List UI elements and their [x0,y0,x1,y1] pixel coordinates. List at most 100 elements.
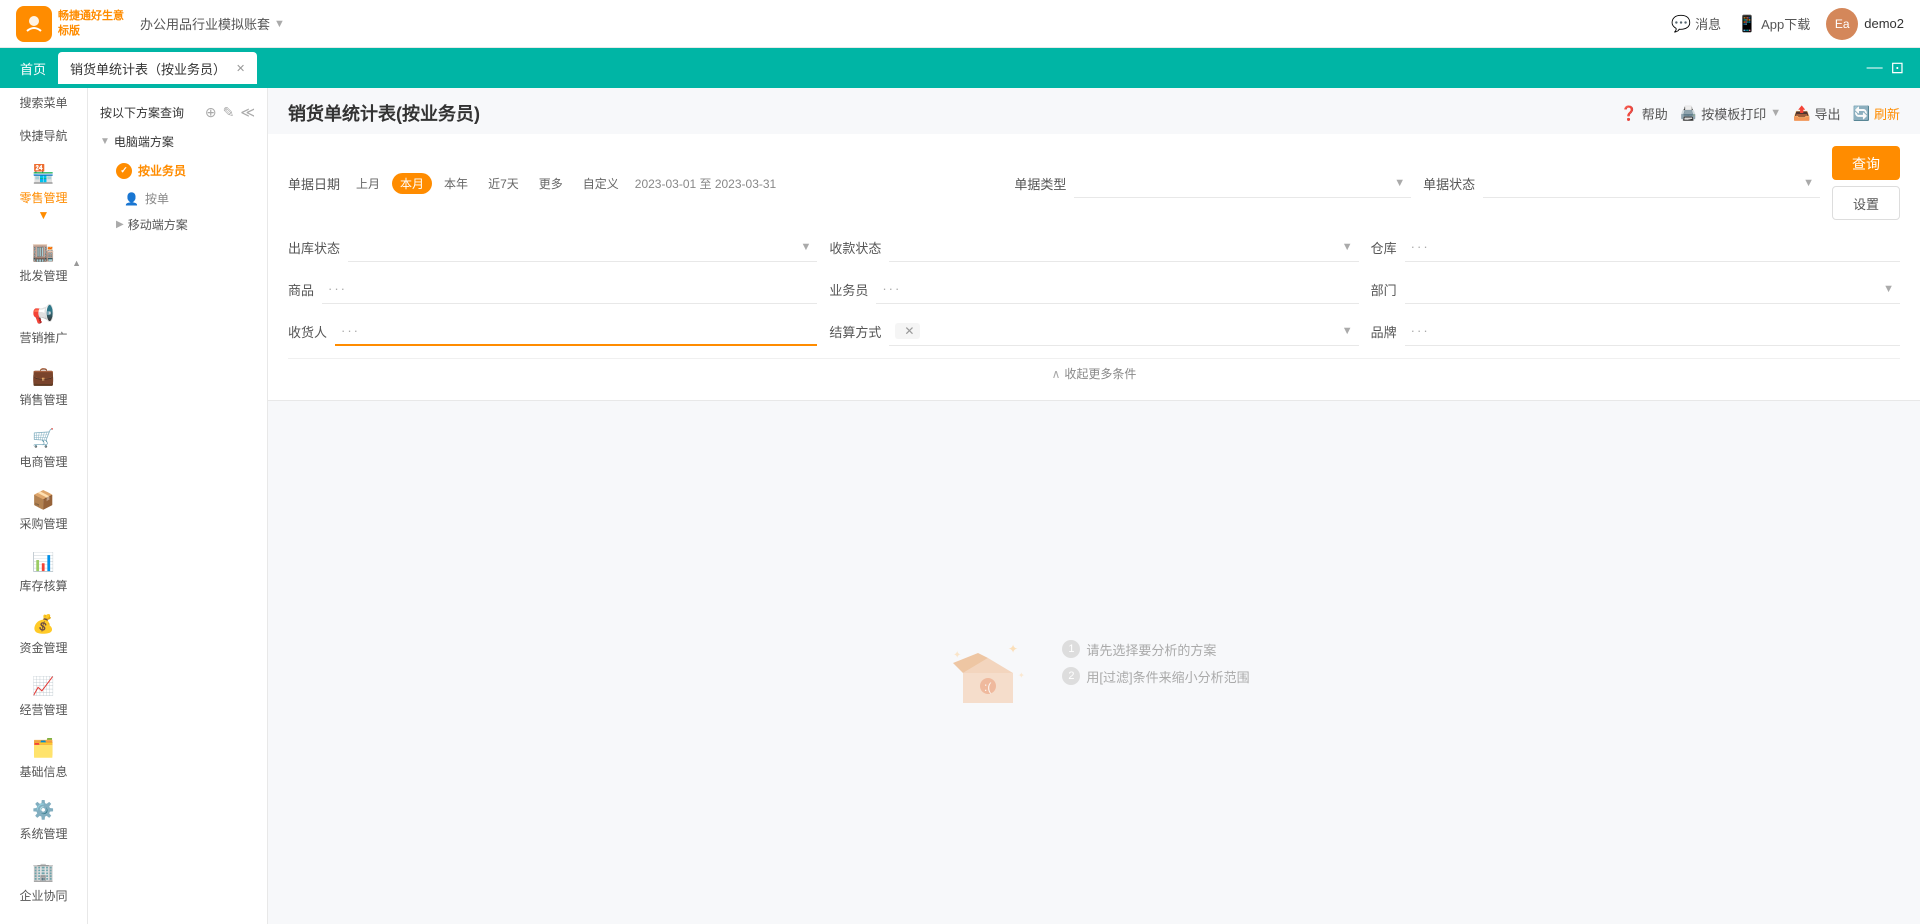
date-tab-custom[interactable]: 自定义 [575,173,627,194]
settlement-field: 结算方式 ✕ ▼ [829,316,1358,346]
marketing-icon: 📢 [32,304,54,325]
avatar: Ea [1826,8,1858,40]
payment-status-dropdown[interactable]: ▼ [889,232,1358,262]
print-dropdown-icon[interactable]: ▼ [1770,107,1781,119]
department-dropdown[interactable]: ▼ [1405,274,1900,304]
svg-text:✦: ✦ [953,650,961,661]
finance-icon: 💰 [32,614,54,635]
active-indicator-icon: ✓ [116,163,132,179]
sidebar-item-finance[interactable]: 💰 资金管理 [0,604,87,666]
sidebar-item-enterprise[interactable]: 🏢 企业协同 [0,852,87,914]
print-button[interactable]: 🖨️ 按模板打印 ▼ [1680,104,1781,123]
receiver-input[interactable]: ··· [335,316,817,346]
filter-actions: 查询 设置 [1832,146,1900,220]
mobile-icon: 📱 [1737,14,1757,34]
empty-state: :( ✦ ✦ ✦ 1 请先选择要分析的方案 2 [268,401,1920,924]
logo-icon [16,6,52,42]
salesperson-input[interactable]: ··· [876,274,1358,304]
warehouse-field: 仓库 ··· [1371,232,1900,262]
tab-home[interactable]: 首页 [8,52,58,84]
refresh-button[interactable]: 🔄 刷新 [1853,104,1900,123]
product-input[interactable]: ··· [322,274,817,304]
bill-type-field: 单据类型 ▼ [1014,168,1411,198]
add-scheme-button[interactable]: ⊕ [205,104,217,121]
sidebar-item-marketing[interactable]: 📢 营销推广 [0,294,87,356]
page-title: 销货单统计表(按业务员) [288,100,480,126]
chevron-down-icon: ▼ [1394,177,1405,189]
workspace-selector[interactable]: 办公用品行业模拟账套 ▼ [132,10,293,37]
settlement-tag-close[interactable]: ✕ [904,324,914,338]
setting-button[interactable]: 设置 [1832,186,1900,220]
app-download-button[interactable]: 📱 App下载 [1737,14,1810,34]
filter-item-by-salesperson[interactable]: ✓ 按业务员 [88,156,267,185]
bill-type-dropdown[interactable]: ▼ [1074,168,1411,198]
out-status-dropdown[interactable]: ▼ [348,232,817,262]
filter-header-icons: ⊕ ✎ ≪ [205,104,255,121]
warehouse-input[interactable]: ··· [1405,232,1900,262]
edit-scheme-button[interactable]: ✎ [223,104,235,121]
date-field: 单据日期 上月 本月 本年 近7天 更多 自定义 2023-03-01 至 20… [288,173,1002,194]
empty-tips: 1 请先选择要分析的方案 2 用[过滤]条件来缩小分析范围 [1062,640,1249,686]
date-range-text: 2023-03-01 至 2023-03-31 [635,175,776,192]
bill-status-dropdown[interactable]: ▼ [1483,168,1820,198]
empty-illustration: :( ✦ ✦ ✦ [938,613,1038,713]
quick-nav-button[interactable]: 快捷导航 [0,121,87,150]
chevron-down-icon: ▼ [1803,177,1814,189]
date-tab-7days[interactable]: 近7天 [480,173,527,194]
sidebar-item-inventory[interactable]: 📊 库存核算 [0,542,87,604]
date-tab-this-year[interactable]: 本年 [436,173,476,194]
header-actions: ❓ 帮助 🖨️ 按模板打印 ▼ 📤 导出 🔄 刷新 [1620,104,1900,123]
retail-icon: 🏪 [32,164,54,185]
query-button[interactable]: 查询 [1832,146,1900,180]
sidebar-item-sales[interactable]: 💼 销售管理 [0,356,87,418]
enterprise-icon: 🏢 [32,862,54,883]
sidebar-item-purchase[interactable]: 📦 采购管理 [0,480,87,542]
collapse-button[interactable]: ∧ 收起更多条件 [288,358,1900,388]
tab-close-icon[interactable]: ✕ [236,62,245,75]
chevron-down-icon: ▼ [1342,325,1353,337]
search-menu-button[interactable]: 搜索菜单 [0,88,87,117]
tip-number-2: 2 [1062,667,1080,685]
system-icon: ⚙️ [32,800,54,821]
section-arrow-icon: ▶ [116,219,124,230]
message-button[interactable]: 💬 消息 [1671,14,1721,34]
department-field: 部门 ▼ [1371,274,1900,304]
filter-item-by-bill[interactable]: 👤 按单 [88,185,267,212]
user-profile-button[interactable]: Ea demo2 [1826,8,1904,40]
help-button[interactable]: ❓ 帮助 [1620,104,1667,123]
logo-area: 畅捷通好生意 标版 [16,6,124,42]
sidebar-item-operation[interactable]: 📈 经营管理 [0,666,87,728]
settlement-dropdown[interactable]: ✕ ▼ [889,316,1358,346]
help-icon: ❓ [1620,105,1637,122]
window-maximize-button[interactable]: ⊡ [1891,58,1904,78]
export-button[interactable]: 📤 导出 [1793,104,1840,123]
window-minimize-button[interactable]: — [1867,59,1883,77]
filter-row-4: 收货人 ··· 结算方式 ✕ ▼ [288,316,1900,346]
desktop-section[interactable]: ▼ 电脑端方案 [88,127,267,156]
date-tab-last-month[interactable]: 上月 [348,173,388,194]
brand-field: 品牌 ··· [1371,316,1900,346]
sidebar-item-ecommerce[interactable]: 🛒 电商管理 [0,418,87,480]
chevron-down-icon: ▼ [800,241,811,253]
sidebar-item-newbie[interactable]: 🌟 新手引导 [0,914,87,924]
tab-sales-report[interactable]: 销货单统计表（按业务员） ✕ [58,52,257,84]
date-tab-this-month[interactable]: 本月 [392,173,432,194]
date-tab-more[interactable]: 更多 [531,173,571,194]
collapse-scheme-button[interactable]: ≪ [240,104,255,121]
svg-text:✦: ✦ [1018,671,1025,680]
wholesale-icon: 🏬 [32,242,54,263]
salesperson-field: 业务员 ··· [829,274,1358,304]
filter-row-3: 商品 ··· 业务员 ··· 部门 [288,274,1900,304]
svg-text:✦: ✦ [1008,642,1018,656]
sidebar-item-system[interactable]: ⚙️ 系统管理 [0,790,87,852]
brand-input[interactable]: ··· [1405,316,1900,346]
top-bar-left: 畅捷通好生意 标版 办公用品行业模拟账套 ▼ [16,6,293,42]
svg-text::(: :( [984,680,991,694]
page-header: 销货单统计表(按业务员) ❓ 帮助 🖨️ 按模板打印 ▼ 📤 导出 [268,88,1920,134]
mobile-section[interactable]: ▶ 移动端方案 [88,212,267,237]
receiver-field: 收货人 ··· [288,316,817,346]
content-panel: 按以下方案查询 ⊕ ✎ ≪ ▼ 电脑端方案 ✓ 按业务员 👤 按单 ▶ [88,88,1920,924]
sidebar-item-wholesale[interactable]: 🏬 批发管理 [0,232,87,294]
sidebar-item-retail[interactable]: 🏪 零售管理 [0,154,87,232]
sidebar-item-basic[interactable]: 🗂️ 基础信息 [0,728,87,790]
